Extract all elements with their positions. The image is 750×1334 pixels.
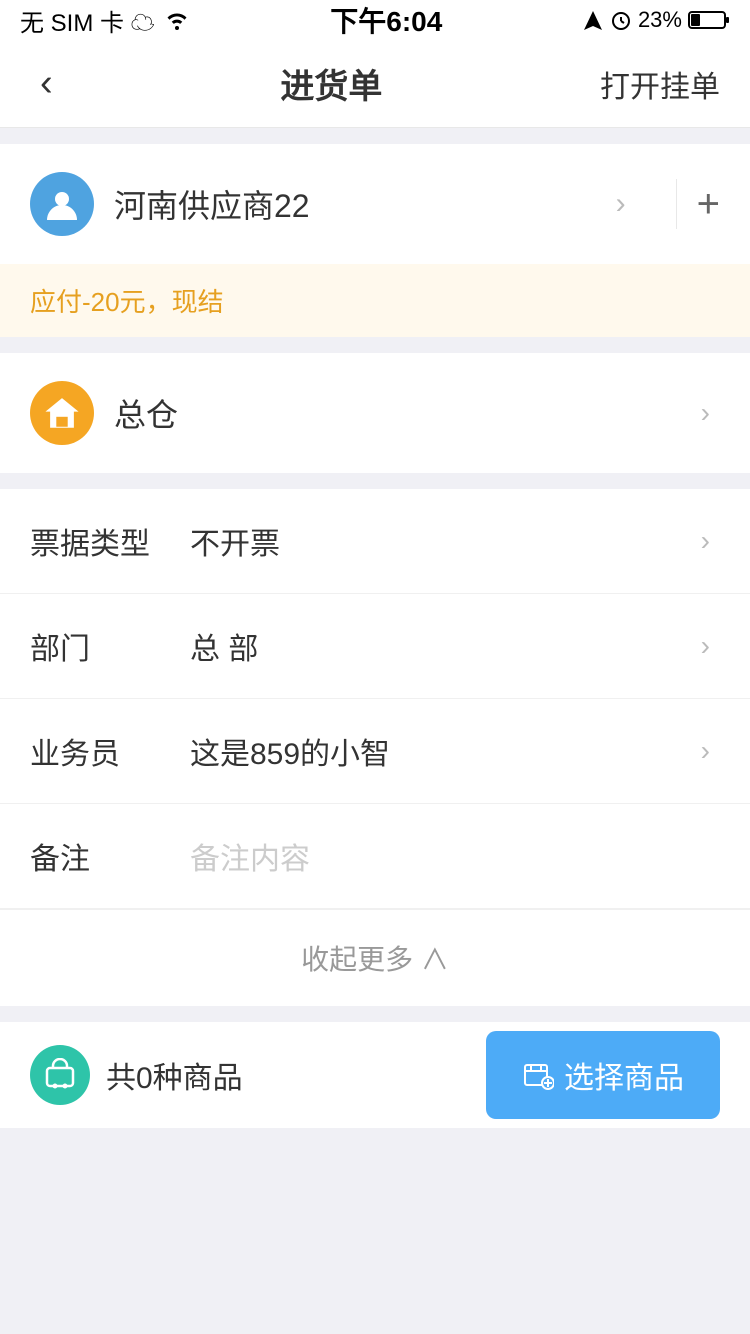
salesperson-row[interactable]: 业务员 这是859的小智 › xyxy=(0,699,750,804)
wifi-icon xyxy=(163,10,191,30)
warehouse-icon xyxy=(30,381,94,445)
warehouse-row[interactable]: 总仓 › xyxy=(0,353,750,473)
status-bar: 无 SIM 卡 ☁ 下午6:04 23% xyxy=(0,0,750,40)
nav-bar: ‹ 进货单 打开挂单 xyxy=(0,40,750,128)
cart-icon xyxy=(43,1058,77,1092)
department-row[interactable]: 部门 总 部 › xyxy=(0,594,750,699)
invoice-type-label: 票据类型 xyxy=(30,519,170,563)
department-value: 总 部 xyxy=(170,624,701,668)
top-divider xyxy=(0,128,750,144)
status-left: 无 SIM 卡 ☁ xyxy=(20,3,191,38)
department-chevron-icon: › xyxy=(701,630,710,662)
invoice-type-row[interactable]: 票据类型 不开票 › xyxy=(0,489,750,594)
product-count-text: 共0种商品 xyxy=(106,1053,243,1097)
invoice-type-value: 不开票 xyxy=(170,519,701,563)
supplier-divider xyxy=(676,179,677,229)
add-button[interactable]: + xyxy=(697,182,720,227)
location-icon xyxy=(582,9,604,31)
warehouse-name: 总仓 xyxy=(114,390,701,436)
remark-input[interactable]: 备注内容 xyxy=(170,834,720,878)
person-icon xyxy=(44,186,80,222)
alarm-icon xyxy=(610,9,632,31)
select-product-button[interactable]: 选择商品 xyxy=(486,1031,720,1119)
open-pending-button[interactable]: 打开挂单 xyxy=(600,62,720,106)
supplier-name: 河南供应商22 xyxy=(114,181,616,227)
supplier-avatar xyxy=(30,172,94,236)
house-icon xyxy=(43,394,81,432)
notice-banner: 应付-20元，现结 xyxy=(0,264,750,337)
collapse-button[interactable]: 收起更多 ∧ xyxy=(0,909,750,1006)
department-label: 部门 xyxy=(30,624,170,668)
product-count-wrap: 共0种商品 xyxy=(30,1045,243,1105)
remark-label: 备注 xyxy=(30,834,170,878)
salesperson-value: 这是859的小智 xyxy=(170,729,701,773)
warehouse-chevron-icon: › xyxy=(701,397,710,429)
invoice-type-chevron-icon: › xyxy=(701,525,710,557)
supplier-chevron-icon: › xyxy=(616,187,626,221)
salesperson-chevron-icon: › xyxy=(701,735,710,767)
product-count-icon xyxy=(30,1045,90,1105)
battery-icon xyxy=(688,9,730,31)
back-button[interactable]: ‹ xyxy=(30,52,63,115)
bottom-bar: 共0种商品 选择商品 xyxy=(0,1022,750,1128)
page-title: 进货单 xyxy=(280,59,382,108)
battery-label: 23% xyxy=(638,7,682,33)
remark-row[interactable]: 备注 备注内容 xyxy=(0,804,750,909)
sim-label: 无 SIM 卡 ☁ xyxy=(20,3,155,38)
warehouse-section: 总仓 › xyxy=(0,353,750,473)
supplier-section: 河南供应商22 › + 应付-20元，现结 xyxy=(0,144,750,337)
status-time: 下午6:04 xyxy=(330,0,442,40)
select-product-icon xyxy=(522,1059,554,1091)
form-section: 票据类型 不开票 › 部门 总 部 › 业务员 这是859的小智 › 备注 备注… xyxy=(0,489,750,1006)
select-product-label: 选择商品 xyxy=(564,1053,684,1097)
status-right: 23% xyxy=(582,7,730,33)
supplier-row[interactable]: 河南供应商22 › + xyxy=(0,144,750,264)
salesperson-label: 业务员 xyxy=(30,729,170,773)
